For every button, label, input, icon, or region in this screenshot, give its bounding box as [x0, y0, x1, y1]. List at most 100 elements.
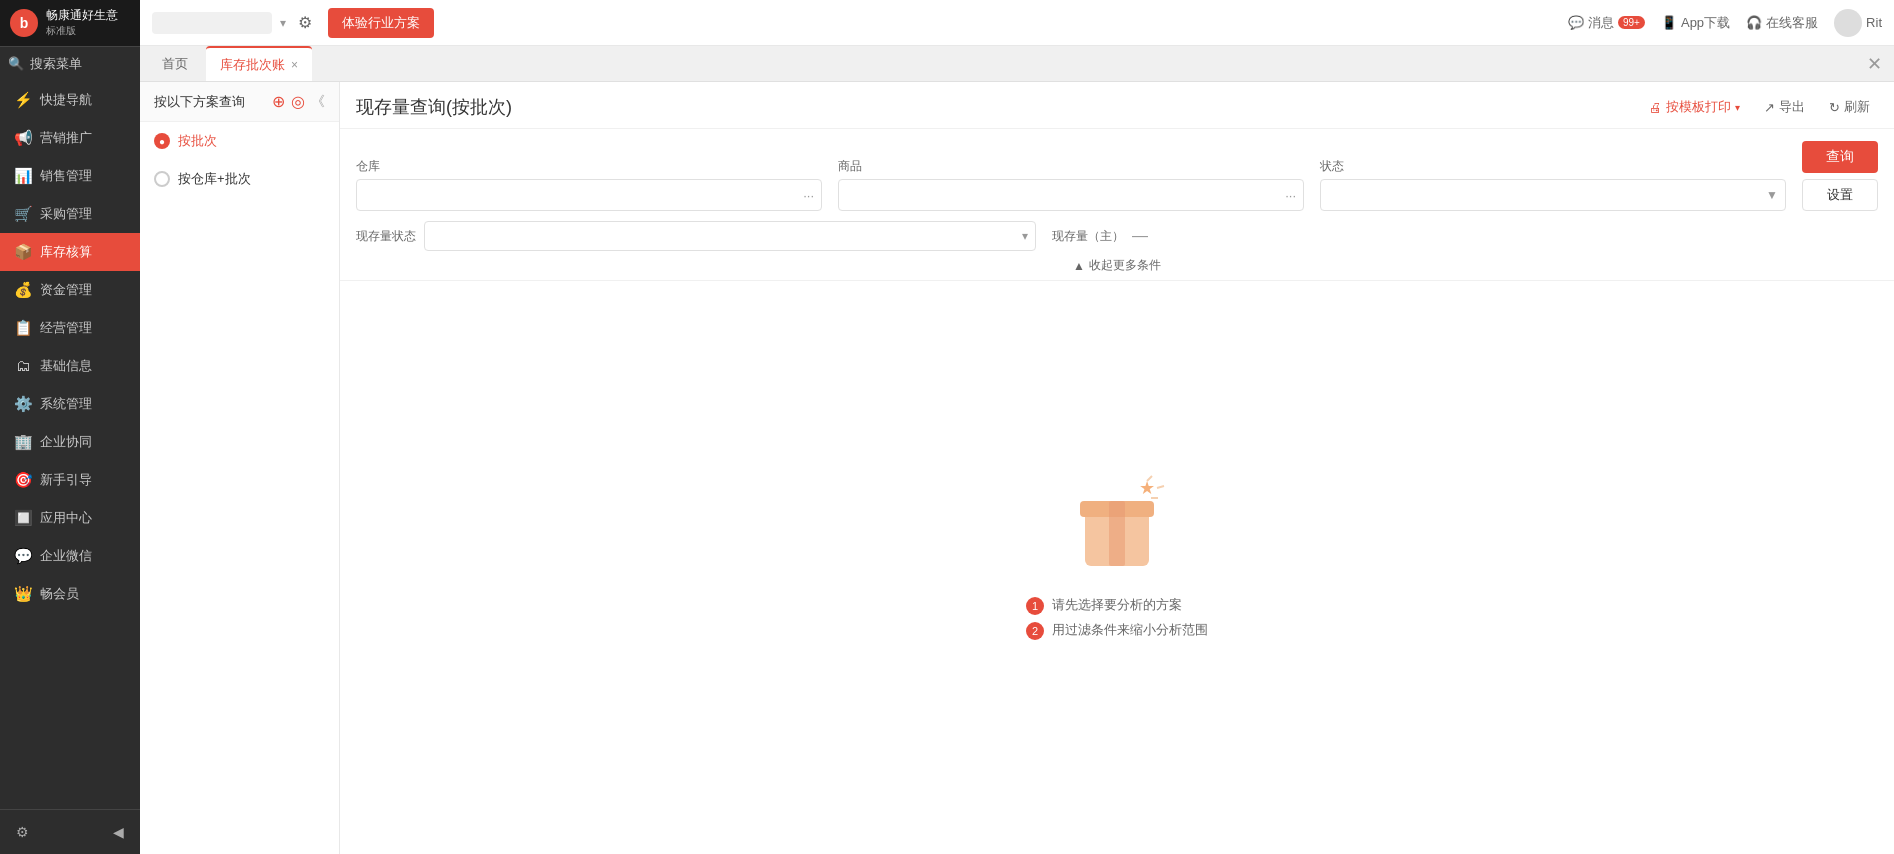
collapse-label: 收起更多条件 [1089, 257, 1161, 274]
messages-label: 消息 [1588, 14, 1614, 32]
sidebar-footer: ⚙ ◀ [0, 809, 140, 854]
sidebar-item-finance[interactable]: 💰 资金管理 [0, 271, 140, 309]
marketing-icon: 📢 [14, 129, 32, 147]
sidebar-item-basic-info[interactable]: 🗂 基础信息 [0, 347, 140, 385]
warehouse-more-icon[interactable]: ··· [803, 188, 814, 203]
add-scheme-icon[interactable]: ⊕ [272, 92, 285, 111]
sidebar-item-label: 快捷导航 [40, 91, 92, 109]
phone-icon: 📱 [1661, 15, 1677, 30]
sidebar-item-marketing[interactable]: 📢 营销推广 [0, 119, 140, 157]
active-dot: ● [154, 133, 170, 149]
inventory-qty-label: 现存量（主） [1052, 228, 1124, 245]
content-area: 现存量查询(按批次) 🖨 按模板打印 ▾ ↗ 导出 ↻ 刷新 [340, 82, 1894, 854]
collapse-conditions-btn[interactable]: ▲ 收起更多条件 [340, 251, 1894, 281]
sidebar-item-label: 系统管理 [40, 395, 92, 413]
status-select[interactable] [1320, 179, 1786, 211]
sidebar-item-purchase[interactable]: 🛒 采购管理 [0, 195, 140, 233]
wechat-icon: 💬 [14, 547, 32, 565]
refresh-icon: ↻ [1829, 100, 1840, 115]
purchase-icon: 🛒 [14, 205, 32, 223]
search-icon: 🔍 [8, 56, 24, 71]
topbar-gear-icon[interactable]: ⚙ [298, 13, 312, 32]
headset-icon: 🎧 [1746, 15, 1762, 30]
messages-btn[interactable]: 💬 消息 99+ [1568, 14, 1645, 32]
sidebar-item-operations[interactable]: 📋 经营管理 [0, 309, 140, 347]
svg-line-5 [1157, 486, 1164, 488]
scheme-settings-icon[interactable]: ◎ [291, 92, 305, 111]
tab-close-btn[interactable]: × [291, 59, 298, 71]
sidebar-item-wechat[interactable]: 💬 企业微信 [0, 537, 140, 575]
inventory-status-select[interactable] [424, 221, 1036, 251]
sidebar-item-label: 企业微信 [40, 547, 92, 565]
warehouse-input[interactable] [356, 179, 822, 211]
sales-icon: 📊 [14, 167, 32, 185]
print-btn[interactable]: 🖨 按模板打印 ▾ [1641, 94, 1748, 120]
topbar-right: 💬 消息 99+ 📱 App下载 🎧 在线客服 Rit [1568, 9, 1882, 37]
enterprise-icon: 🏢 [14, 433, 32, 451]
settings-footer-icon: ⚙ [16, 824, 29, 840]
page-title: 现存量查询(按批次) [356, 95, 512, 119]
app-download-btn[interactable]: 📱 App下载 [1661, 14, 1730, 32]
sidebar-item-enterprise[interactable]: 🏢 企业协同 [0, 423, 140, 461]
sidebar-item-sales[interactable]: 📊 销售管理 [0, 157, 140, 195]
sidebar-item-label: 畅会员 [40, 585, 79, 603]
breadcrumb-chevron-icon[interactable]: ▾ [280, 16, 286, 30]
empty-hint-2: 2 用过滤条件来缩小分析范围 [1026, 621, 1208, 640]
inventory-status-select-wrapper: ▾ [424, 221, 1036, 251]
breadcrumb-input[interactable] [152, 12, 272, 34]
app-title: 畅康通好生意 [46, 8, 118, 24]
online-service-btn[interactable]: 🎧 在线客服 [1746, 14, 1818, 32]
settings-footer-btn[interactable]: ⚙ [8, 818, 36, 846]
filter-item-by-warehouse-batch[interactable]: 按仓库+批次 [140, 160, 339, 198]
sidebar-item-label: 采购管理 [40, 205, 92, 223]
print-dropdown-icon: ▾ [1735, 102, 1740, 113]
filter-item-by-batch[interactable]: ● 按批次 [140, 122, 339, 160]
sidebar-item-label: 营销推广 [40, 129, 92, 147]
filter-row-2: 现存量状态 ▾ 现存量（主） — [340, 211, 1894, 251]
tab-home-label: 首页 [162, 55, 188, 73]
username-label: Rit [1866, 15, 1882, 30]
page-header-actions: 🖨 按模板打印 ▾ ↗ 导出 ↻ 刷新 [1641, 94, 1878, 120]
sidebar-item-label: 资金管理 [40, 281, 92, 299]
tab-home[interactable]: 首页 [148, 46, 202, 81]
settings-btn[interactable]: 设置 [1802, 179, 1878, 211]
export-icon: ↗ [1764, 100, 1775, 115]
hint-num-2: 2 [1026, 622, 1044, 640]
product-more-icon[interactable]: ··· [1285, 188, 1296, 203]
inventory-status-filter: 现存量状态 ▾ [356, 221, 1036, 251]
sidebar-item-inventory[interactable]: 📦 库存核算 [0, 233, 140, 271]
query-btn[interactable]: 查询 [1802, 141, 1878, 173]
sidebar-item-guide[interactable]: 🎯 新手引导 [0, 461, 140, 499]
avatar [1834, 9, 1862, 37]
page-header: 现存量查询(按批次) 🖨 按模板打印 ▾ ↗ 导出 ↻ 刷新 [340, 82, 1894, 129]
sidebar-item-member[interactable]: 👑 畅会员 [0, 575, 140, 613]
product-input[interactable] [838, 179, 1304, 211]
product-input-wrapper: ··· [838, 179, 1304, 211]
filter-item-by-batch-label: 按批次 [178, 132, 217, 150]
tab-inventory-batch[interactable]: 库存批次账 × [206, 46, 312, 81]
sidebar-item-apps[interactable]: 🔲 应用中心 [0, 499, 140, 537]
search-menu[interactable]: 🔍 搜索菜单 [0, 47, 140, 81]
hint-1-text: 请先选择要分析的方案 [1052, 596, 1182, 614]
sidebar-item-label: 库存核算 [40, 243, 92, 261]
filter-item-by-warehouse-batch-label: 按仓库+批次 [178, 170, 251, 188]
sidebar-item-quick-nav[interactable]: ⚡ 快捷导航 [0, 81, 140, 119]
refresh-btn[interactable]: ↻ 刷新 [1821, 94, 1878, 120]
status-select-wrapper: ▼ [1320, 179, 1786, 211]
collapse-icon: ▲ [1073, 259, 1085, 273]
sidebar: b 畅康通好生意 标准版 🔍 搜索菜单 ⚡ 快捷导航 📢 营销推广 📊 销售管理… [0, 0, 140, 854]
sidebar-item-label: 经营管理 [40, 319, 92, 337]
filter-panel-actions: ⊕ ◎ 《 [272, 92, 325, 111]
inventory-icon: 📦 [14, 243, 32, 261]
export-btn[interactable]: ↗ 导出 [1756, 94, 1813, 120]
tab-close-x-btn[interactable]: ✕ [1867, 53, 1882, 75]
trial-btn[interactable]: 体验行业方案 [328, 8, 434, 38]
warehouse-filter: 仓库 ··· [356, 158, 822, 211]
user-avatar-btn[interactable]: Rit [1834, 9, 1882, 37]
collapse-panel-icon[interactable]: 《 [311, 93, 325, 111]
sidebar-item-system[interactable]: ⚙️ 系统管理 [0, 385, 140, 423]
product-label: 商品 [838, 158, 1304, 175]
collapse-sidebar-btn[interactable]: ◀ [104, 818, 132, 846]
warehouse-input-wrapper: ··· [356, 179, 822, 211]
sidebar-header: b 畅康通好生意 标准版 [0, 0, 140, 47]
